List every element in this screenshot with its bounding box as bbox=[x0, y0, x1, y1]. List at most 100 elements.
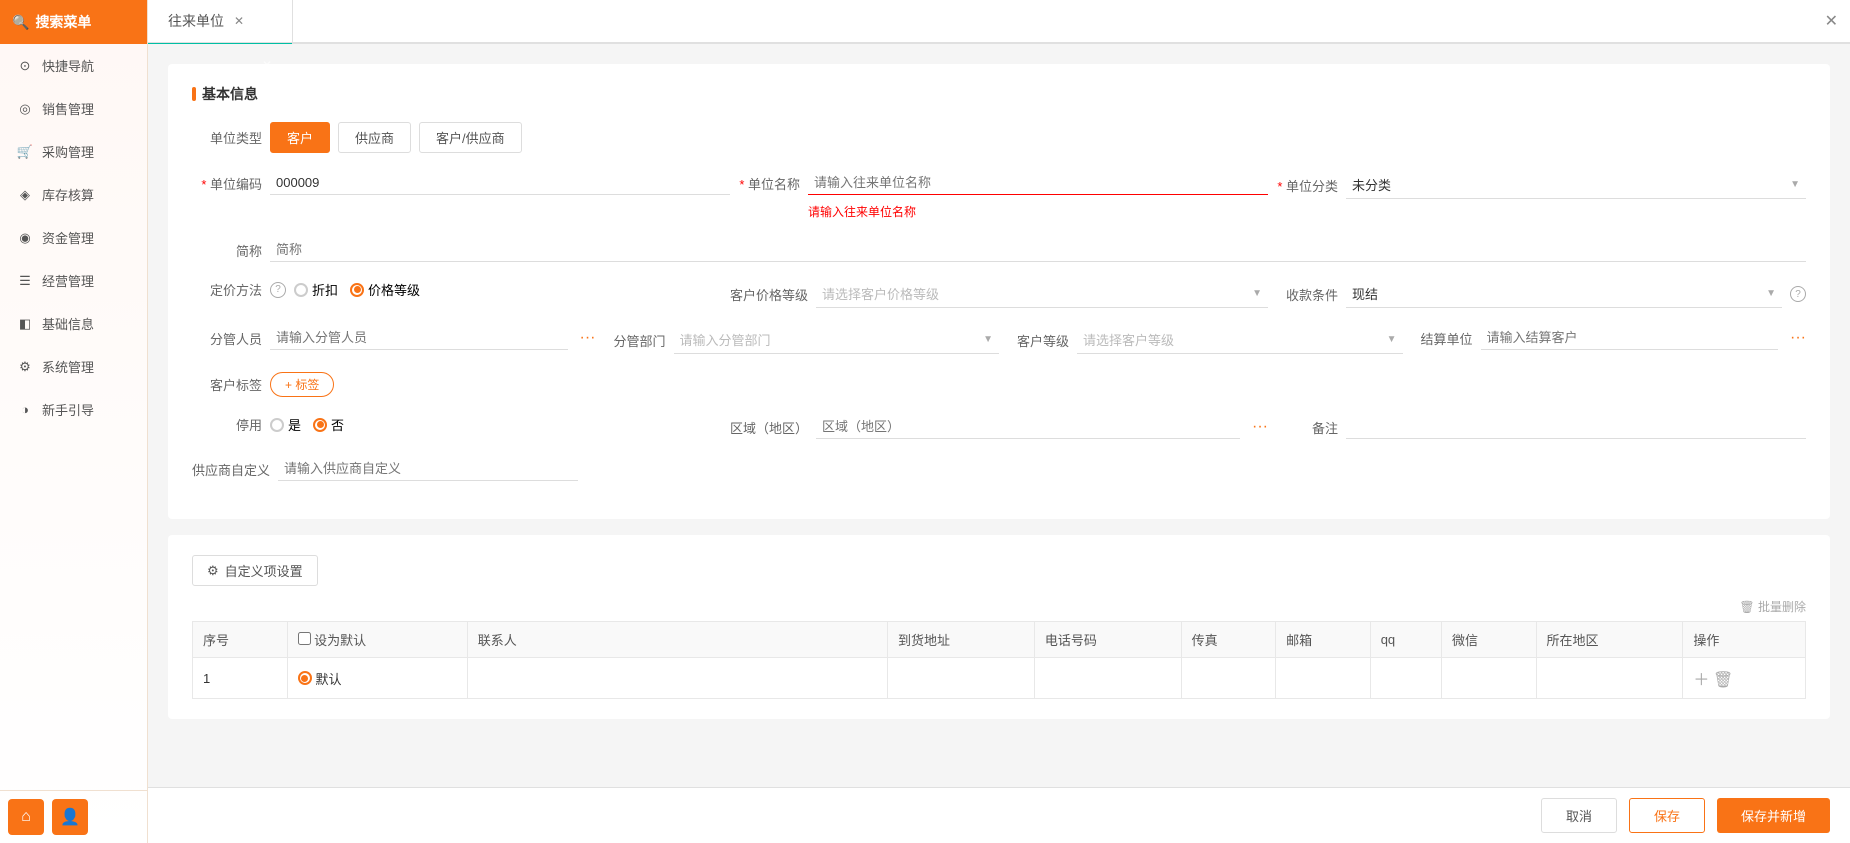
sidebar-item-operations[interactable]: ☰ 经营管理 bbox=[0, 259, 147, 302]
payment-terms-select[interactable]: 现结 ▼ bbox=[1346, 280, 1782, 308]
select-all-checkbox[interactable] bbox=[298, 632, 311, 645]
region-label: 区域（地区） bbox=[730, 418, 808, 437]
delete-row-button[interactable]: 🗑 bbox=[1713, 670, 1733, 690]
unit-type-customer[interactable]: 客户 bbox=[270, 122, 330, 153]
sidebar-nav: ⊙快捷导航◎销售管理 🛒 采购管理 ◈库存核算◉资金管理 ☰ 经营管理 ◧基础信息⚙系统管理… bbox=[0, 44, 147, 431]
sidebar-icon-operations: ☰ bbox=[16, 272, 34, 290]
table-row: 1 默认 bbox=[193, 658, 1806, 699]
sidebar-item-guide[interactable]: ◑ 新手引导 bbox=[0, 388, 147, 431]
section-title-text: 基本信息 bbox=[202, 84, 258, 104]
col-header-邮箱: 邮箱 bbox=[1276, 622, 1371, 658]
sidebar-item-quick-nav[interactable]: ⊙快捷导航 bbox=[0, 44, 147, 87]
search-icon: 🔍 bbox=[12, 14, 29, 31]
col-header-设为默认: 设为默认 bbox=[287, 622, 467, 658]
custom-settings-button[interactable]: ⚙ 自定义项设置 bbox=[192, 555, 318, 586]
region-more-icon[interactable]: ··· bbox=[1252, 418, 1268, 436]
row-region[interactable] bbox=[1536, 658, 1683, 699]
row-actions: ＋ 🗑 bbox=[1683, 658, 1806, 699]
customer-level-placeholder: 请选择客户等级 bbox=[1083, 330, 1174, 349]
pricing-discount-label: 折扣 bbox=[312, 280, 338, 299]
batch-delete-label[interactable]: 批量删除 bbox=[1758, 600, 1806, 614]
help-icon[interactable]: ? bbox=[270, 282, 286, 298]
unit-type-label: 单位类型 bbox=[192, 128, 262, 147]
unit-type-both[interactable]: 客户/供应商 bbox=[419, 122, 522, 153]
unit-category-select[interactable]: 未分类 ▼ bbox=[1346, 171, 1806, 199]
disabled-no-option[interactable]: 否 bbox=[313, 415, 344, 434]
row-wechat[interactable] bbox=[1442, 658, 1537, 699]
col-header-传真: 传真 bbox=[1181, 622, 1276, 658]
settlement-more-icon[interactable]: ··· bbox=[1790, 329, 1806, 347]
add-row-button[interactable]: ＋ bbox=[1693, 666, 1709, 690]
pricing-level-option[interactable]: 价格等级 bbox=[350, 280, 420, 299]
unit-type-supplier[interactable]: 供应商 bbox=[338, 122, 411, 153]
pricing-discount-radio[interactable] bbox=[294, 283, 308, 297]
sidebar-item-basic-info[interactable]: ◧基础信息 bbox=[0, 302, 147, 345]
supplier-custom-row: 供应商自定义 bbox=[192, 457, 1806, 481]
supplier-custom-input[interactable] bbox=[278, 457, 578, 481]
department-field: 分管部门 请输入分管部门 ▼ bbox=[596, 326, 1000, 354]
sidebar-icon-purchase: 🛒 bbox=[16, 143, 34, 161]
sidebar-icon-quick-nav: ⊙ bbox=[16, 57, 34, 75]
add-tag-button[interactable]: + 标签 bbox=[270, 372, 334, 397]
settlement-unit-input[interactable] bbox=[1481, 326, 1779, 350]
save-button[interactable]: 保存 bbox=[1629, 798, 1705, 833]
row-address[interactable] bbox=[888, 658, 1035, 699]
chevron-down-icon2: ▼ bbox=[1252, 288, 1262, 299]
sidebar-item-sales[interactable]: ◎销售管理 bbox=[0, 87, 147, 130]
unit-name-input[interactable] bbox=[808, 171, 1268, 195]
window-close-button[interactable]: ✕ bbox=[1825, 11, 1838, 31]
help-icon2[interactable]: ? bbox=[1790, 286, 1806, 302]
disabled-label: 停用 bbox=[192, 415, 262, 434]
tab-close-new-partner[interactable]: ✕ bbox=[262, 58, 272, 72]
row-fax[interactable] bbox=[1181, 658, 1276, 699]
col-header-到货地址: 到货地址 bbox=[888, 622, 1035, 658]
custom-settings-label: 自定义项设置 bbox=[225, 561, 303, 580]
row-qq[interactable] bbox=[1370, 658, 1441, 699]
remarks-label: 备注 bbox=[1268, 418, 1338, 437]
sidebar-item-inventory[interactable]: ◈库存核算 bbox=[0, 173, 147, 216]
customer-level-select[interactable]: 请选择客户等级 ▼ bbox=[1077, 326, 1403, 354]
unit-code-input[interactable] bbox=[270, 171, 730, 195]
unit-name-field: 单位名称 请输入往来单位名称 bbox=[730, 171, 1268, 220]
row-email[interactable] bbox=[1276, 658, 1371, 699]
search-label: 搜索菜单 bbox=[35, 12, 91, 32]
row-phone[interactable] bbox=[1034, 658, 1181, 699]
department-select[interactable]: 请输入分管部门 ▼ bbox=[674, 326, 1000, 354]
remarks-input[interactable] bbox=[1346, 415, 1806, 439]
tab-close-partners[interactable]: ✕ bbox=[234, 14, 244, 28]
cancel-button[interactable]: 取消 bbox=[1541, 798, 1617, 833]
manager-input[interactable] bbox=[270, 326, 568, 350]
sidebar-item-system[interactable]: ⚙系统管理 bbox=[0, 345, 147, 388]
short-name-input[interactable] bbox=[270, 238, 1806, 262]
default-radio[interactable] bbox=[298, 671, 312, 685]
sidebar-label-guide: 新手引导 bbox=[42, 400, 94, 419]
manager-more-icon[interactable]: ··· bbox=[580, 329, 596, 347]
sidebar-label-purchase: 采购管理 bbox=[42, 142, 94, 161]
sidebar-icon-guide: ◑ bbox=[16, 401, 34, 419]
pricing-level-radio[interactable] bbox=[350, 283, 364, 297]
col-header-所在地区: 所在地区 bbox=[1536, 622, 1683, 658]
disabled-yes-radio[interactable] bbox=[270, 418, 284, 432]
user-icon[interactable]: 👤 bbox=[52, 799, 88, 835]
search-menu[interactable]: 🔍 搜索菜单 bbox=[0, 0, 147, 44]
sidebar-item-finance[interactable]: ◉资金管理 bbox=[0, 216, 147, 259]
tab-partners[interactable]: 往来单位 ✕ bbox=[148, 0, 293, 43]
sidebar-item-purchase[interactable]: 🛒 采购管理 bbox=[0, 130, 147, 173]
contact-input[interactable] bbox=[478, 667, 666, 690]
home-icon[interactable]: ⌂ bbox=[8, 799, 44, 835]
disabled-no-radio[interactable] bbox=[313, 418, 327, 432]
sidebar-label-operations: 经营管理 bbox=[42, 271, 94, 290]
default-radio-item[interactable]: 默认 bbox=[298, 669, 457, 688]
row-contact[interactable] bbox=[467, 658, 887, 699]
disabled-yes-option[interactable]: 是 bbox=[270, 415, 301, 434]
tab-label-partners: 往来单位 bbox=[168, 11, 224, 31]
pricing-discount-option[interactable]: 折扣 bbox=[294, 280, 338, 299]
manager-label: 分管人员 bbox=[192, 329, 262, 348]
region-input[interactable] bbox=[816, 415, 1240, 439]
save-and-new-button[interactable]: 保存并新增 bbox=[1717, 798, 1830, 833]
table-header-row: 序号 设为默认联系人到货地址电话号码传真邮箱qq微信所在地区操作 bbox=[193, 622, 1806, 658]
customer-price-level-select[interactable]: 请选择客户价格等级 ▼ bbox=[816, 280, 1268, 308]
short-name-label: 简称 bbox=[192, 241, 262, 260]
unit-type-group: 客户 供应商 客户/供应商 bbox=[270, 122, 522, 153]
unit-code-field: 单位编码 bbox=[192, 171, 730, 195]
